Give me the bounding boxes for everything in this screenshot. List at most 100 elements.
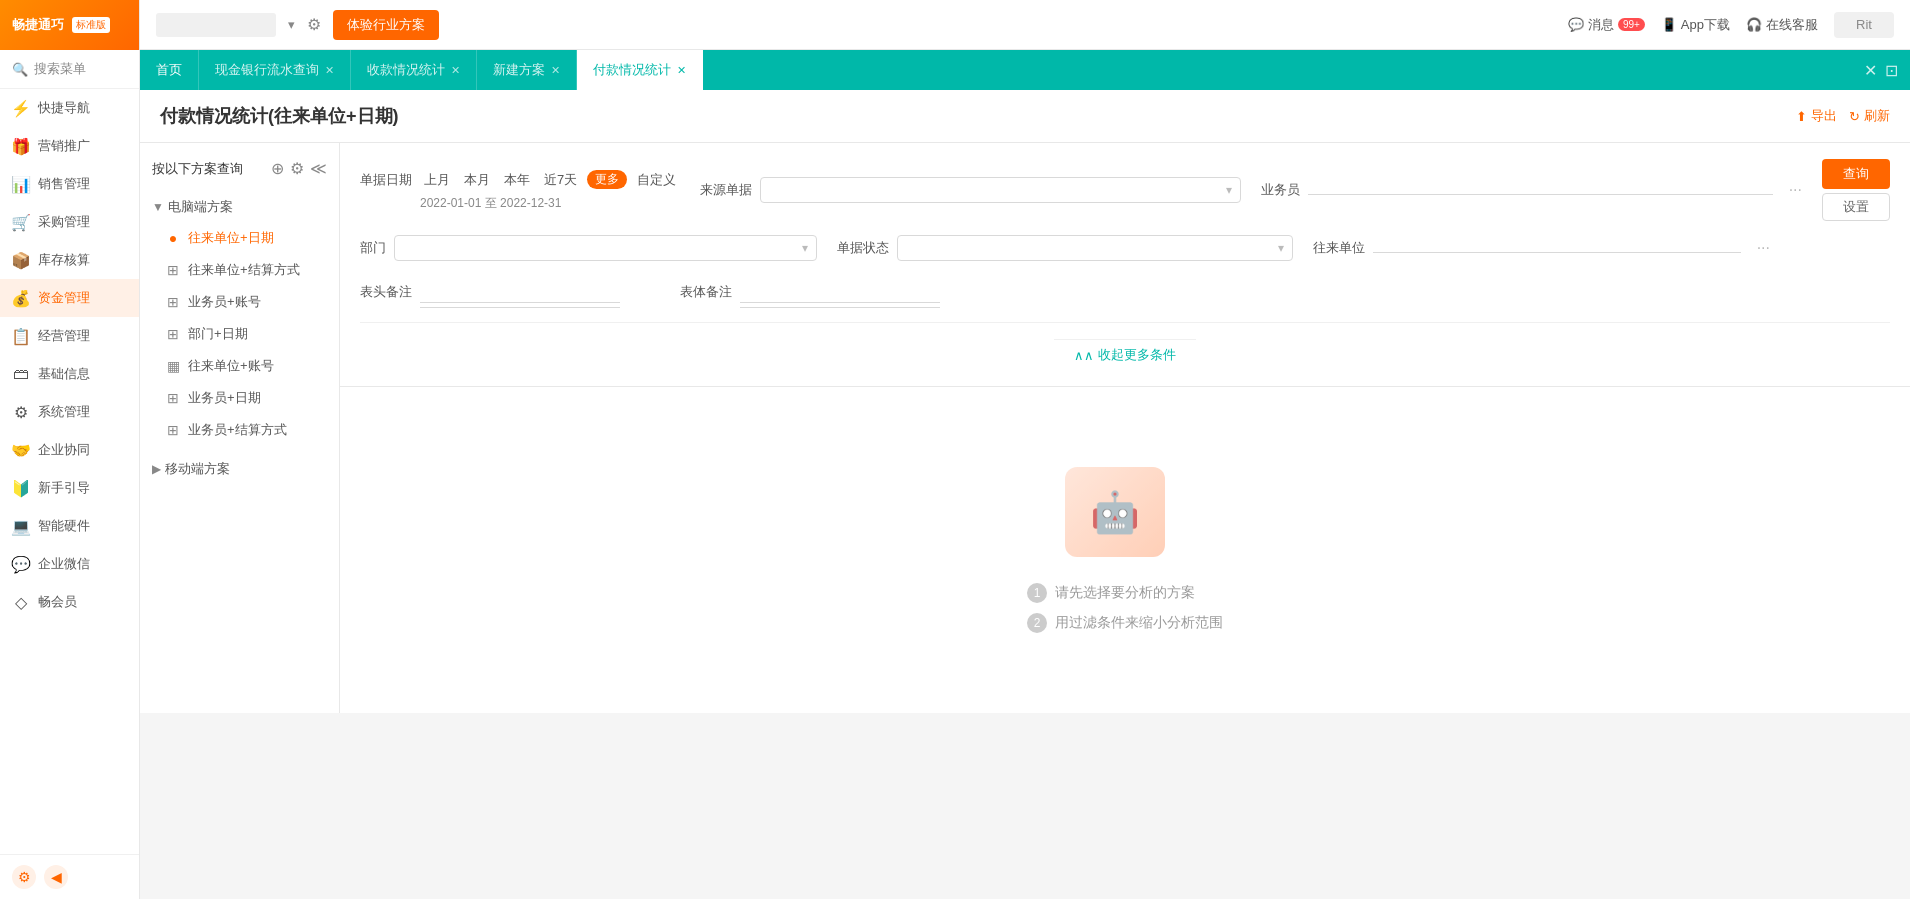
table-body-note-input — [740, 275, 940, 308]
collapse-icon[interactable]: ◀ — [44, 865, 68, 889]
collapse-scheme-icon[interactable]: ≪ — [310, 159, 327, 178]
date-btn-custom[interactable]: 自定义 — [633, 169, 680, 191]
sidebar-item-guide[interactable]: 🔰 新手引导 — [0, 469, 139, 507]
sidebar-item-wechat[interactable]: 💬 企业微信 — [0, 545, 139, 583]
table-head-note-input-field[interactable] — [420, 279, 620, 303]
sidebar-item-basic[interactable]: 🗃 基础信息 — [0, 355, 139, 393]
dropdown-arrow-icon[interactable]: ▾ — [288, 17, 295, 32]
query-btn[interactable]: 查询 — [1822, 159, 1890, 189]
table-body-note-field: 表体备注 — [680, 275, 940, 308]
partner-label: 往来单位 — [1313, 239, 1365, 257]
scheme-item-staff-settle[interactable]: ⊞ 业务员+结算方式 — [140, 414, 339, 446]
tab-bank-flow[interactable]: 现金银行流水查询✕ — [199, 50, 351, 90]
unit-date-icon: ● — [164, 229, 182, 247]
messages-action[interactable]: 💬 消息 99+ — [1568, 16, 1645, 34]
add-scheme-icon[interactable]: ⊕ — [271, 159, 284, 178]
table-body-note-input-field[interactable] — [740, 279, 940, 303]
date-btn-last-7[interactable]: 近7天 — [540, 169, 581, 191]
refresh-btn[interactable]: ↻ 刷新 — [1849, 107, 1890, 125]
date-btn-last-month[interactable]: 上月 — [420, 169, 454, 191]
tab-close-new-scheme[interactable]: ✕ — [551, 64, 560, 77]
sidebar-item-sales[interactable]: 📊 销售管理 — [0, 165, 139, 203]
sidebar-item-purchase[interactable]: 🛒 采购管理 — [0, 203, 139, 241]
topbar-gear-icon[interactable]: ⚙ — [307, 15, 321, 34]
fund-icon: 💰 — [12, 289, 30, 307]
operation-label: 经营管理 — [38, 327, 90, 345]
tab-expand-icon[interactable]: ⊡ — [1885, 61, 1898, 80]
tab-close-pay-stats[interactable]: ✕ — [677, 64, 686, 77]
partner-input-wrap — [1373, 244, 1740, 253]
pc-scheme-title[interactable]: ▼ 电脑端方案 — [140, 192, 339, 222]
hardware-icon: 💻 — [12, 517, 30, 535]
try-industry-btn[interactable]: 体验行业方案 — [333, 10, 439, 40]
search-icon: 🔍 — [12, 62, 28, 77]
tab-close-bank-flow[interactable]: ✕ — [325, 64, 334, 77]
scheme-header-label: 按以下方案查询 — [152, 160, 243, 178]
scheme-header-icons: ⊕ ⚙ ≪ — [271, 159, 327, 178]
date-buttons: 上月本月本年近7天更多自定义 — [420, 169, 680, 191]
search-menu[interactable]: 🔍 搜索菜单 — [0, 50, 139, 89]
mobile-scheme-title[interactable]: ▶ 移动端方案 — [140, 454, 339, 484]
expand-icon2: ▶ — [152, 462, 161, 476]
sidebar-item-inventory[interactable]: 📦 库存核算 — [0, 241, 139, 279]
tab-new-scheme[interactable]: 新建方案✕ — [477, 50, 577, 90]
search-label: 搜索菜单 — [34, 60, 86, 78]
tab-close-all-icon[interactable]: ✕ — [1864, 61, 1877, 80]
user-avatar[interactable]: Rit — [1834, 12, 1894, 38]
dept-select[interactable]: ▾ — [394, 235, 817, 261]
partner-more-icon[interactable]: ··· — [1757, 239, 1770, 257]
tab-label-payment-stats: 收款情况统计 — [367, 61, 445, 79]
scheme-item-dept-date[interactable]: ⊞ 部门+日期 — [140, 318, 339, 350]
inventory-icon: 📦 — [12, 251, 30, 269]
sidebar-item-operation[interactable]: 📋 经营管理 — [0, 317, 139, 355]
online-service-action[interactable]: 🎧 在线客服 — [1746, 16, 1818, 34]
topbar: ▾ ⚙ 体验行业方案 💬 消息 99+ 📱 App下载 🎧 在线客服 — [140, 0, 1910, 50]
export-btn[interactable]: ⬆ 导出 — [1796, 107, 1837, 125]
empty-state: 🤖 1 请先选择要分析的方案 2 用过滤条件来缩小分析范围 — [340, 387, 1910, 713]
sidebar-item-quick-nav[interactable]: ⚡ 快捷导航 — [0, 89, 139, 127]
company-name — [156, 13, 276, 37]
sidebar-item-fund[interactable]: 💰 资金管理 — [0, 279, 139, 317]
scheme-item-unit-account[interactable]: ▦ 往来单位+账号 — [140, 350, 339, 382]
collapse-btn[interactable]: ∧∧ 收起更多条件 — [1054, 339, 1196, 370]
scheme-item-staff-account[interactable]: ⊞ 业务员+账号 — [140, 286, 339, 318]
headset-icon: 🎧 — [1746, 17, 1762, 32]
message-icon: 💬 — [1568, 17, 1584, 32]
app-download-action[interactable]: 📱 App下载 — [1661, 16, 1730, 34]
dept-field: 部门 ▾ — [360, 235, 817, 261]
tip1-text: 请先选择要分析的方案 — [1055, 584, 1195, 602]
scheme-item-unit-date[interactable]: ● 往来单位+日期 — [140, 222, 339, 254]
staff-more-icon[interactable]: ··· — [1789, 181, 1802, 199]
staff-label: 业务员 — [1261, 181, 1300, 199]
sidebar-item-vip[interactable]: ◇ 畅会员 — [0, 583, 139, 621]
settings-scheme-icon[interactable]: ⚙ — [290, 159, 304, 178]
scheme-sidebar: 按以下方案查询 ⊕ ⚙ ≪ ▼ 电脑端方案 ● — [140, 143, 340, 713]
sidebar-item-system[interactable]: ⚙ 系统管理 — [0, 393, 139, 431]
tab-close-payment-stats[interactable]: ✕ — [451, 64, 460, 77]
date-btn-more[interactable]: 更多 — [587, 170, 627, 189]
tab-payment-stats[interactable]: 收款情况统计 ✕ — [351, 50, 477, 90]
tab-home[interactable]: 首页 — [140, 50, 199, 90]
staff-account-icon: ⊞ — [164, 293, 182, 311]
scheme-item-unit-settle[interactable]: ⊞ 往来单位+结算方式 — [140, 254, 339, 286]
sidebar-item-corp[interactable]: 🤝 企业协同 — [0, 431, 139, 469]
sidebar-item-marketing[interactable]: 🎁 营销推广 — [0, 127, 139, 165]
tab-label-home: 首页 — [156, 61, 182, 79]
empty-tips: 1 请先选择要分析的方案 2 用过滤条件来缩小分析范围 — [1027, 583, 1223, 633]
table-head-note-input — [420, 275, 620, 308]
settings-icon[interactable]: ⚙ — [12, 865, 36, 889]
source-select[interactable]: ▾ — [760, 177, 1241, 203]
settings-btn[interactable]: 设置 — [1822, 193, 1890, 221]
staff-account-label: 业务员+账号 — [188, 293, 261, 311]
date-btn-this-month[interactable]: 本月 — [460, 169, 494, 191]
app-download-label: App下载 — [1681, 16, 1730, 34]
partner-field: 往来单位 ··· — [1313, 239, 1770, 257]
sidebar-header: 畅捷通巧 标准版 — [0, 0, 139, 50]
scheme-item-staff-date[interactable]: ⊞ 业务员+日期 — [140, 382, 339, 414]
wechat-label: 企业微信 — [38, 555, 90, 573]
doc-status-select[interactable]: ▾ — [897, 235, 1294, 261]
date-btn-this-year[interactable]: 本年 — [500, 169, 534, 191]
sidebar-item-hardware[interactable]: 💻 智能硬件 — [0, 507, 139, 545]
tab-pay-stats[interactable]: 付款情况统计✕ — [577, 50, 703, 90]
sidebar-nav: ⚡ 快捷导航 🎁 营销推广 📊 销售管理 🛒 采购管理 📦 库存核算 💰 资金管… — [0, 89, 139, 621]
